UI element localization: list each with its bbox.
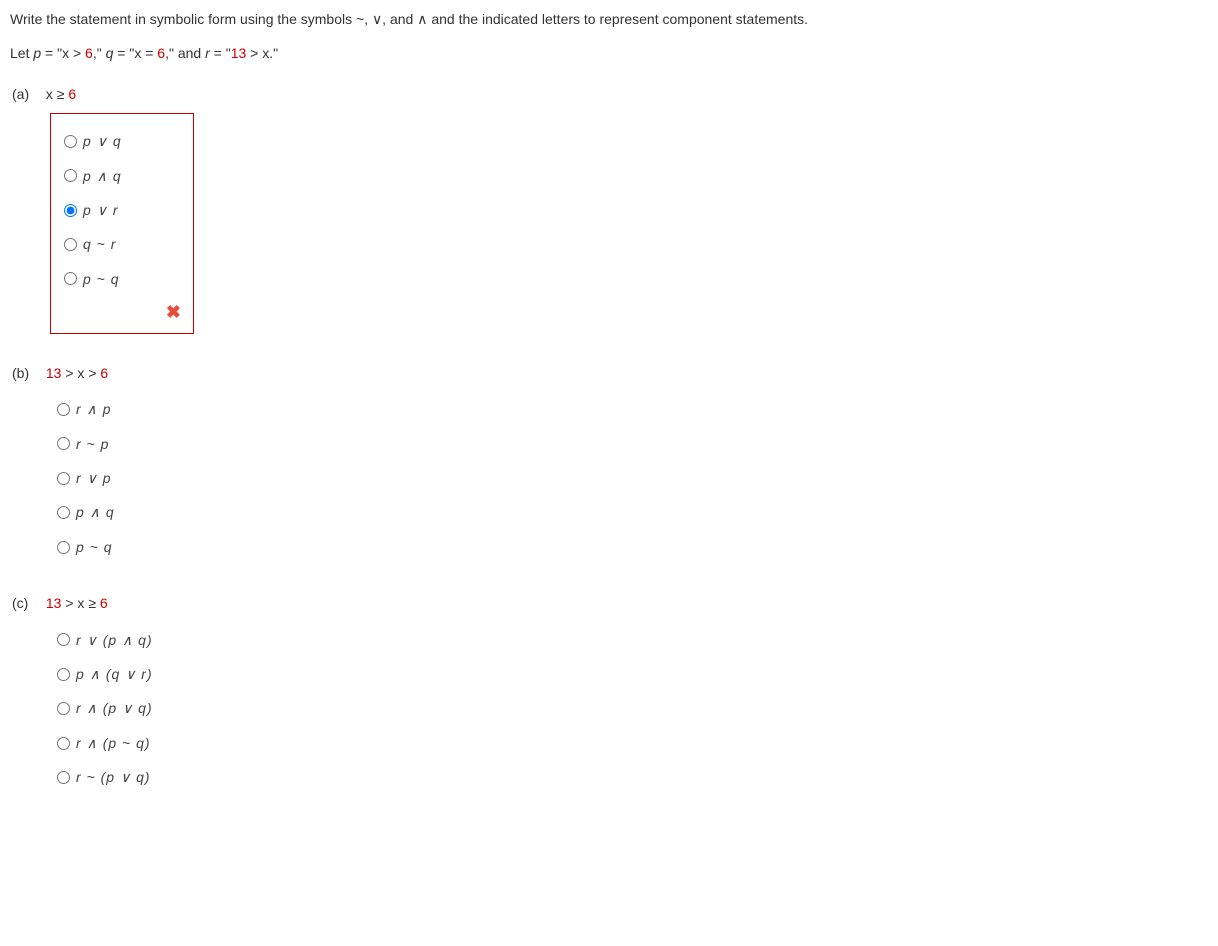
- option-row: r ∧ p: [50, 392, 1208, 426]
- option-text: p ~ q: [76, 536, 113, 558]
- q-eq: = "x =: [113, 45, 157, 61]
- instruction-text: Write the statement in symbolic form usi…: [10, 8, 1208, 30]
- part-c-num2: 6: [100, 595, 108, 611]
- part-b-label: (b): [12, 362, 42, 384]
- x-mark-row: ✖: [57, 296, 187, 327]
- option-row: p ~ q: [57, 262, 187, 296]
- part-b-header: (b) 13 > x > 6: [12, 362, 1208, 384]
- option-row: r ~ (p ∨ q): [50, 760, 1208, 794]
- radio-c-4[interactable]: [57, 737, 70, 750]
- radio-b-4[interactable]: [57, 506, 70, 519]
- option-text: r ∧ (p ∨ q): [76, 697, 153, 719]
- part-a-answer-box: p ∨ q p ∧ q p ∨ r q ~ r p ~ q ✖: [50, 113, 194, 334]
- option-row: r ~ p: [50, 427, 1208, 461]
- radio-c-5[interactable]: [57, 771, 70, 784]
- part-c-mid: > x ≥: [61, 595, 99, 611]
- option-text: r ∨ (p ∧ q): [76, 629, 153, 651]
- radio-b-2[interactable]: [57, 437, 70, 450]
- part-c-label: (c): [12, 592, 42, 614]
- p-eq: = "x >: [41, 45, 85, 61]
- option-row: p ∧ q: [57, 159, 187, 193]
- part-a-options: p ∨ q p ∧ q p ∨ r q ~ r p ~ q ✖: [50, 113, 1208, 334]
- instruction-symbols: ~, ∨, and ∧: [356, 11, 427, 27]
- radio-c-3[interactable]: [57, 702, 70, 715]
- radio-a-5[interactable]: [64, 272, 77, 285]
- option-text: p ∨ r: [83, 199, 118, 221]
- part-c-options: r ∨ (p ∧ q) p ∧ (q ∨ r) r ∧ (p ∨ q) r ∧ …: [50, 623, 1208, 795]
- instruction-post: and the indicated letters to represent c…: [427, 11, 808, 27]
- option-text: p ~ q: [83, 268, 120, 290]
- part-b-mid: > x >: [61, 365, 100, 381]
- option-text: p ∧ (q ∨ r): [76, 663, 153, 685]
- incorrect-icon: ✖: [166, 298, 181, 327]
- part-a-stmt-prefix: x ≥: [46, 86, 68, 102]
- r-num: 13: [231, 45, 247, 61]
- option-row: r ∨ p: [50, 461, 1208, 495]
- option-text: p ∨ q: [83, 130, 122, 152]
- instruction-pre: Write the statement in symbolic form usi…: [10, 11, 356, 27]
- option-row: p ~ q: [50, 530, 1208, 564]
- part-a-header: (a) x ≥ 6: [12, 83, 1208, 105]
- option-row: p ∨ q: [57, 124, 187, 158]
- r-eq: = ": [210, 45, 231, 61]
- part-c-num1: 13: [46, 595, 62, 611]
- option-row: q ~ r: [57, 227, 187, 261]
- part-c-header: (c) 13 > x ≥ 6: [12, 592, 1208, 614]
- q-num: 6: [157, 45, 165, 61]
- radio-b-3[interactable]: [57, 472, 70, 485]
- part-a-stmt-num: 6: [68, 86, 76, 102]
- radio-a-2[interactable]: [64, 169, 77, 182]
- part-b-num2: 6: [100, 365, 108, 381]
- radio-a-1[interactable]: [64, 135, 77, 148]
- radio-b-1[interactable]: [57, 403, 70, 416]
- p-num: 6: [85, 45, 93, 61]
- part-c: (c) 13 > x ≥ 6 r ∨ (p ∧ q) p ∧ (q ∨ r) r…: [12, 592, 1208, 794]
- radio-a-4[interactable]: [64, 238, 77, 251]
- r-rest: > x.": [246, 45, 278, 61]
- option-text: r ~ p: [76, 433, 109, 455]
- p-var: p: [33, 45, 41, 61]
- option-row: r ∨ (p ∧ q): [50, 623, 1208, 657]
- option-row: r ∧ (p ∨ q): [50, 691, 1208, 725]
- option-text: p ∧ q: [76, 501, 115, 523]
- radio-c-1[interactable]: [57, 633, 70, 646]
- option-text: p ∧ q: [83, 165, 122, 187]
- option-text: r ∧ (p ~ q): [76, 732, 151, 754]
- radio-b-5[interactable]: [57, 541, 70, 554]
- option-row: p ∧ q: [50, 495, 1208, 529]
- radio-c-2[interactable]: [57, 668, 70, 681]
- option-text: q ~ r: [83, 233, 116, 255]
- option-row: r ∧ (p ~ q): [50, 726, 1208, 760]
- part-a-label: (a): [12, 83, 42, 105]
- part-b-num1: 13: [46, 365, 62, 381]
- option-row: p ∧ (q ∨ r): [50, 657, 1208, 691]
- p-close: ,": [93, 45, 106, 61]
- part-b-options: r ∧ p r ~ p r ∨ p p ∧ q p ~ q: [50, 392, 1208, 564]
- q-close: ," and: [165, 45, 205, 61]
- part-a: (a) x ≥ 6 p ∨ q p ∧ q p ∨ r q ~ r p ~: [12, 83, 1208, 334]
- defs-prefix: Let: [10, 45, 33, 61]
- option-text: r ∧ p: [76, 398, 111, 420]
- option-row: p ∨ r: [57, 193, 187, 227]
- option-text: r ~ (p ∨ q): [76, 766, 151, 788]
- radio-a-3[interactable]: [64, 204, 77, 217]
- option-text: r ∨ p: [76, 467, 111, 489]
- part-b: (b) 13 > x > 6 r ∧ p r ~ p r ∨ p p ∧ q p…: [12, 362, 1208, 564]
- definitions-line: Let p = "x > 6," q = "x = 6," and r = "1…: [10, 42, 1208, 64]
